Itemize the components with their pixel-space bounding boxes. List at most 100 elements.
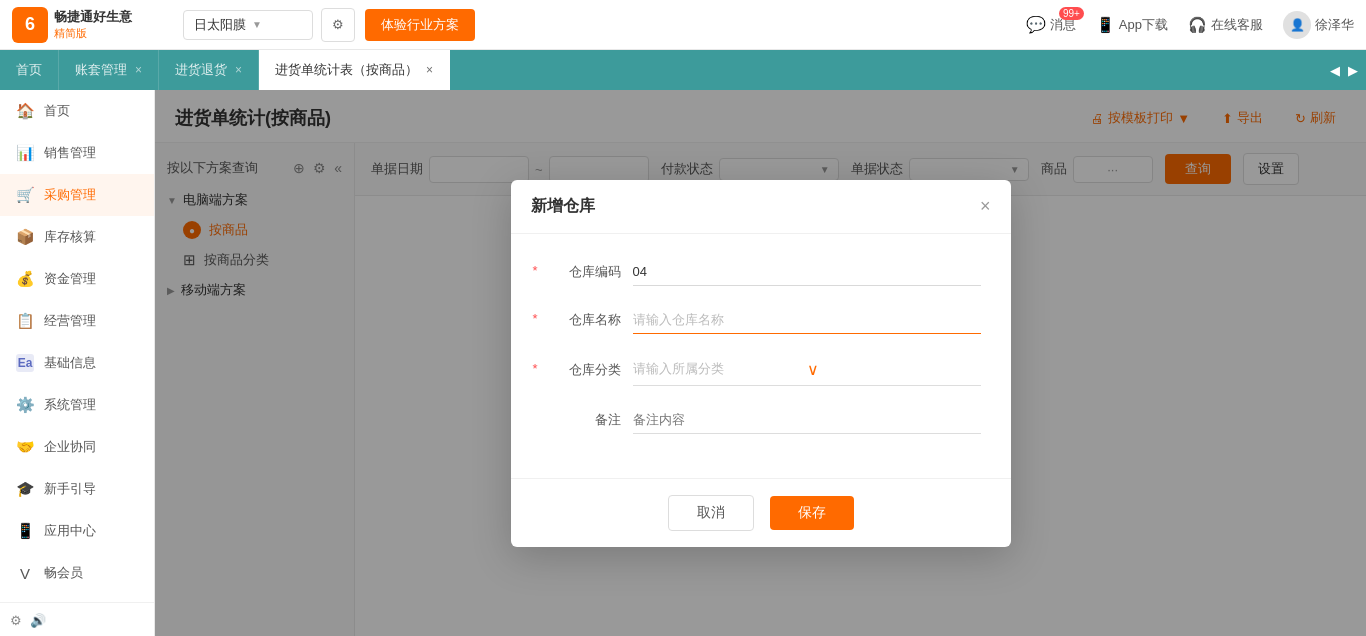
name-label: 仓库名称	[541, 311, 621, 329]
modal-overlay: 新增仓库 × 仓库编码 仓库名称 仓库分类	[155, 90, 1366, 636]
form-row-category: 仓库分类 请输入所属分类 ∨	[541, 354, 981, 386]
message-badge: 99+	[1059, 7, 1084, 20]
category-select[interactable]: 请输入所属分类 ∨	[633, 354, 981, 386]
finance-icon: 💰	[16, 270, 34, 288]
home-icon: 🏠	[16, 102, 34, 120]
tab-purchase-return-label: 进货退货	[175, 61, 227, 79]
enterprise-icon: 🤝	[16, 438, 34, 456]
chevron-down-icon: ▼	[252, 19, 262, 30]
sidebar-item-basic-info[interactable]: Ea 基础信息	[0, 342, 154, 384]
category-placeholder: 请输入所属分类	[633, 360, 807, 378]
message-item[interactable]: 💬 消息 99+	[1026, 15, 1076, 34]
operations-icon: 📋	[16, 312, 34, 330]
sidebar-item-vip-label: 畅会员	[44, 564, 83, 582]
modal-footer: 取消 保存	[511, 478, 1011, 547]
save-button[interactable]: 保存	[770, 496, 854, 530]
sidebar-item-guide-label: 新手引导	[44, 480, 96, 498]
app-download-item[interactable]: 📱 App下载	[1096, 16, 1168, 34]
logo-area: 6 畅捷通好生意 精简版	[12, 7, 167, 43]
tab-accounts[interactable]: 账套管理 ×	[59, 50, 159, 90]
trial-button[interactable]: 体验行业方案	[365, 9, 475, 41]
system-icon: ⚙️	[16, 396, 34, 414]
sidebar-item-finance[interactable]: 💰 资金管理	[0, 258, 154, 300]
category-chevron-icon: ∨	[807, 360, 981, 379]
user-item[interactable]: 👤 徐泽华	[1283, 11, 1354, 39]
settings-icon[interactable]: ⚙	[321, 8, 355, 42]
sidebar-item-basic-info-label: 基础信息	[44, 354, 96, 372]
code-label: 仓库编码	[541, 263, 621, 281]
tab-purchase-return-close[interactable]: ×	[235, 63, 242, 77]
form-row-code: 仓库编码	[541, 258, 981, 286]
sidebar: 🏠 首页 📊 销售管理 🛒 采购管理 📦 库存核算 💰 资金管理 📋 经营管理 …	[0, 90, 155, 636]
tab-home[interactable]: 首页	[0, 50, 59, 90]
user-name: 徐泽华	[1315, 16, 1354, 34]
store-selector[interactable]: 日太阳膜 ▼	[183, 10, 313, 40]
main-layout: 🏠 首页 📊 销售管理 🛒 采购管理 📦 库存核算 💰 资金管理 📋 经营管理 …	[0, 90, 1366, 636]
sidebar-item-finance-label: 资金管理	[44, 270, 96, 288]
form-row-name: 仓库名称	[541, 306, 981, 334]
header-right: 💬 消息 99+ 📱 App下载 🎧 在线客服 👤 徐泽华	[1026, 11, 1354, 39]
tab-controls: ◀ ▶	[1330, 50, 1366, 90]
modal-add-warehouse: 新增仓库 × 仓库编码 仓库名称 仓库分类	[511, 180, 1011, 547]
sidebar-item-sales[interactable]: 📊 销售管理	[0, 132, 154, 174]
tab-home-label: 首页	[16, 61, 42, 79]
store-name: 日太阳膜	[194, 16, 246, 34]
apps-icon: 📱	[16, 522, 34, 540]
online-service-label: 在线客服	[1211, 16, 1263, 34]
logo-icon: 6	[12, 7, 48, 43]
headset-icon: 🎧	[1188, 16, 1207, 34]
avatar: 👤	[1283, 11, 1311, 39]
purchase-icon: 🛒	[16, 186, 34, 204]
modal-title: 新增仓库	[531, 196, 595, 217]
sidebar-bottom: ⚙ 🔊	[0, 602, 154, 636]
name-input[interactable]	[633, 306, 981, 334]
content-area: 进货单统计(按商品) 🖨 按模板打印 ▼ ⬆ 导出 ↻ 刷新	[155, 90, 1366, 636]
sidebar-item-purchase-label: 采购管理	[44, 186, 96, 204]
modal-close-button[interactable]: ×	[980, 197, 991, 215]
sidebar-item-operations-label: 经营管理	[44, 312, 96, 330]
tab-prev-icon[interactable]: ◀	[1330, 63, 1340, 78]
app-download-label: App下载	[1119, 16, 1168, 34]
sidebar-volume-icon[interactable]: 🔊	[30, 613, 46, 628]
tab-purchase-stats[interactable]: 进货单统计表（按商品） ×	[259, 50, 450, 90]
sidebar-item-vip[interactable]: V 畅会员	[0, 552, 154, 594]
vip-icon: V	[16, 564, 34, 582]
code-input[interactable]	[633, 258, 981, 286]
mobile-icon: 📱	[1096, 16, 1115, 34]
cancel-button[interactable]: 取消	[668, 495, 754, 531]
tab-purchase-stats-label: 进货单统计表（按商品）	[275, 61, 418, 79]
sidebar-item-apps-label: 应用中心	[44, 522, 96, 540]
tab-accounts-label: 账套管理	[75, 61, 127, 79]
sidebar-item-home-label: 首页	[44, 102, 70, 120]
modal-body: 仓库编码 仓库名称 仓库分类 请输入所属分类 ∨	[511, 234, 1011, 478]
logo-text: 畅捷通好生意 精简版	[54, 8, 132, 41]
sidebar-item-guide[interactable]: 🎓 新手引导	[0, 468, 154, 510]
tab-purchase-return[interactable]: 进货退货 ×	[159, 50, 259, 90]
tab-accounts-close[interactable]: ×	[135, 63, 142, 77]
sidebar-item-operations[interactable]: 📋 经营管理	[0, 300, 154, 342]
inventory-icon: 📦	[16, 228, 34, 246]
sidebar-item-home[interactable]: 🏠 首页	[0, 90, 154, 132]
basic-info-icon: Ea	[16, 354, 34, 372]
category-label: 仓库分类	[541, 361, 621, 379]
sidebar-item-inventory[interactable]: 📦 库存核算	[0, 216, 154, 258]
note-label: 备注	[541, 411, 621, 429]
note-input[interactable]	[633, 406, 981, 434]
tab-next-icon[interactable]: ▶	[1348, 63, 1358, 78]
sidebar-item-sales-label: 销售管理	[44, 144, 96, 162]
sales-icon: 📊	[16, 144, 34, 162]
tab-purchase-stats-close[interactable]: ×	[426, 63, 433, 77]
sidebar-item-system-label: 系统管理	[44, 396, 96, 414]
sidebar-item-apps[interactable]: 📱 应用中心	[0, 510, 154, 552]
sidebar-item-enterprise-label: 企业协同	[44, 438, 96, 456]
sidebar-item-purchase[interactable]: 🛒 采购管理	[0, 174, 154, 216]
sidebar-settings-icon[interactable]: ⚙	[10, 613, 22, 628]
guide-icon: 🎓	[16, 480, 34, 498]
sidebar-item-system[interactable]: ⚙️ 系统管理	[0, 384, 154, 426]
top-header: 6 畅捷通好生意 精简版 日太阳膜 ▼ ⚙ 体验行业方案 💬 消息 99+ 📱 …	[0, 0, 1366, 50]
form-row-note: 备注	[541, 406, 981, 434]
online-service-item[interactable]: 🎧 在线客服	[1188, 16, 1263, 34]
message-icon: 💬	[1026, 15, 1046, 34]
sidebar-item-enterprise[interactable]: 🤝 企业协同	[0, 426, 154, 468]
modal-header: 新增仓库 ×	[511, 180, 1011, 234]
